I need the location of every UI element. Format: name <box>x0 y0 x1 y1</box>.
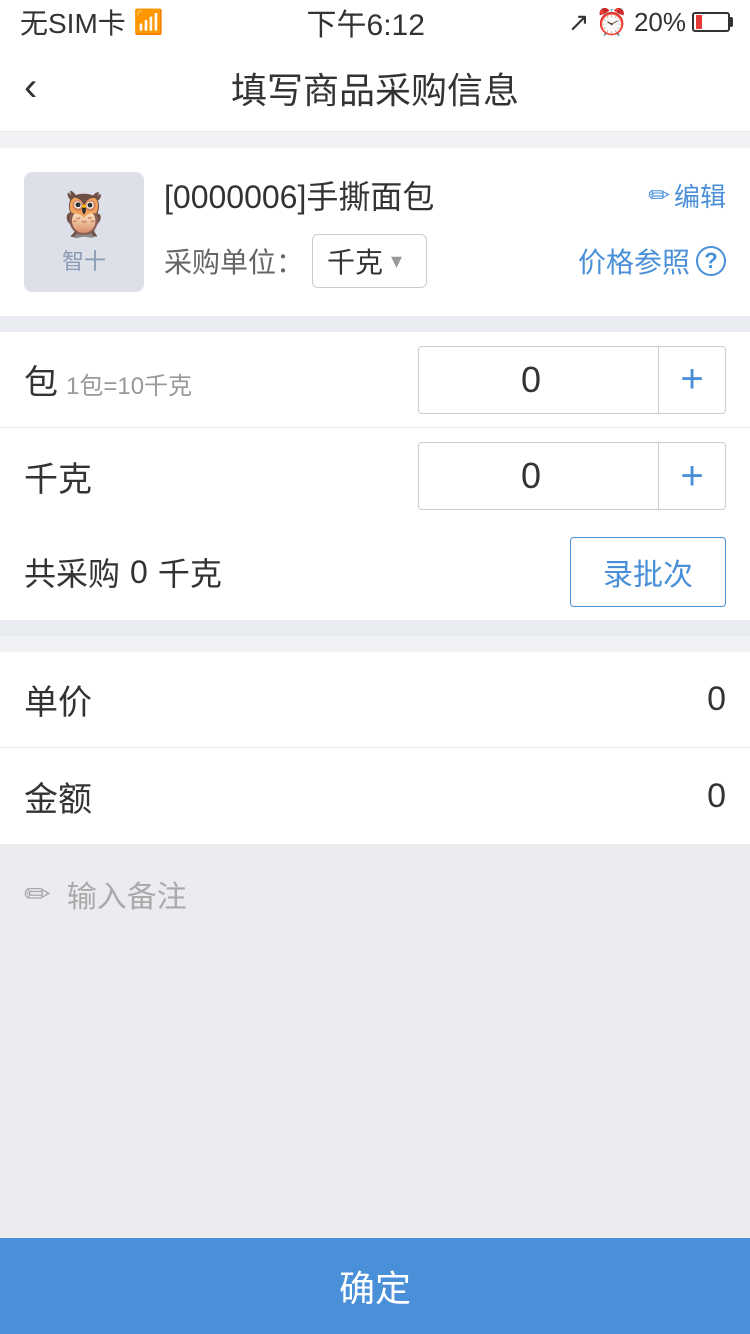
status-right: ↗ ⏰ 20% <box>568 7 730 38</box>
unit-row: 采购单位： 千克 ▾ 价格参照 ? <box>164 234 726 288</box>
battery-icon <box>692 12 730 32</box>
price-ref-button[interactable]: 价格参照 ? <box>578 241 726 281</box>
status-left: 无SIM卡 📶 <box>20 2 164 42</box>
kg-input-row: 千克 + <box>0 428 750 524</box>
kg-label: 千克 <box>24 452 92 501</box>
bag-input-right: + <box>418 346 726 414</box>
edit-label: 编辑 <box>674 177 726 214</box>
amount-value: 0 <box>707 777 726 816</box>
product-info: [0000006]手撕面包 ✏ 编辑 采购单位： 千克 ▾ 价格参照 ? <box>164 172 726 288</box>
remark-section[interactable]: ✏ 输入备注 <box>0 844 750 944</box>
nav-bar: ‹ 填写商品采购信息 <box>0 44 750 132</box>
total-row: 共采购 0 千克 录批次 <box>0 524 750 620</box>
page-title: 填写商品采购信息 <box>231 62 519 114</box>
confirm-button[interactable]: 确定 <box>0 1238 750 1334</box>
back-button[interactable]: ‹ <box>24 65 37 110</box>
unit-select[interactable]: 千克 ▾ <box>312 234 427 288</box>
kg-input-right: + <box>418 442 726 510</box>
bag-input-row: 包 1包=10千克 + <box>0 332 750 428</box>
pencil-icon: ✏ <box>24 875 51 913</box>
total-unit: 千克 <box>158 549 222 595</box>
bottom-spacer <box>0 944 750 1264</box>
status-bar: 无SIM卡 📶 下午6:12 ↗ ⏰ 20% <box>0 0 750 44</box>
edit-icon: ✏ <box>648 180 670 211</box>
wifi-icon: 📶 <box>134 8 164 37</box>
product-name-row: [0000006]手撕面包 ✏ 编辑 <box>164 172 726 218</box>
status-time: 下午6:12 <box>307 0 425 44</box>
separator-2 <box>0 620 750 636</box>
unit-label: 采购单位： <box>164 241 304 281</box>
bag-sublabel: 1包=10千克 <box>66 366 192 401</box>
edit-button[interactable]: ✏ 编辑 <box>648 177 726 214</box>
price-ref-label: 价格参照 <box>578 241 690 281</box>
confirm-label: 确定 <box>339 1260 411 1312</box>
info-icon: ? <box>696 246 726 276</box>
unit-price-row: 单价 0 <box>0 652 750 748</box>
product-card: 🦉 智十 [0000006]手撕面包 ✏ 编辑 采购单位： 千克 ▾ 价格参照 … <box>0 148 750 316</box>
owl-label: 智十 <box>62 244 106 276</box>
amount-row: 金额 0 <box>0 748 750 844</box>
owl-icon: 🦉 <box>57 188 112 240</box>
record-batch-button[interactable]: 录批次 <box>570 537 726 607</box>
unit-price-label: 单价 <box>24 675 92 724</box>
dropdown-arrow-icon: ▾ <box>391 248 402 274</box>
kg-plus-button[interactable]: + <box>658 442 726 510</box>
carrier-label: 无SIM卡 <box>20 2 126 42</box>
battery-tip <box>730 17 733 27</box>
bag-quantity-input[interactable] <box>418 346 658 414</box>
battery-fill <box>696 15 702 29</box>
battery-percent: 20% <box>634 7 686 38</box>
location-icon: ↗ <box>568 7 590 38</box>
bag-plus-button[interactable]: + <box>658 346 726 414</box>
total-info: 共采购 0 千克 <box>24 549 222 595</box>
total-label: 共采购 <box>24 549 120 595</box>
total-amount: 0 <box>130 554 148 591</box>
amount-label: 金额 <box>24 772 92 821</box>
bag-label: 包 <box>24 355 58 404</box>
kg-quantity-input[interactable] <box>418 442 658 510</box>
alarm-icon: ⏰ <box>596 7 628 38</box>
separator-1 <box>0 316 750 332</box>
price-section: 单价 0 金额 0 <box>0 652 750 844</box>
unit-value: 千克 <box>327 241 383 281</box>
product-name: [0000006]手撕面包 <box>164 172 434 218</box>
product-image-inner: 🦉 智十 <box>24 172 144 292</box>
unit-price-value: 0 <box>707 680 726 719</box>
remark-placeholder: 输入备注 <box>67 872 187 916</box>
product-image: 🦉 智十 <box>24 172 144 292</box>
input-section: 包 1包=10千克 + 千克 + <box>0 332 750 524</box>
